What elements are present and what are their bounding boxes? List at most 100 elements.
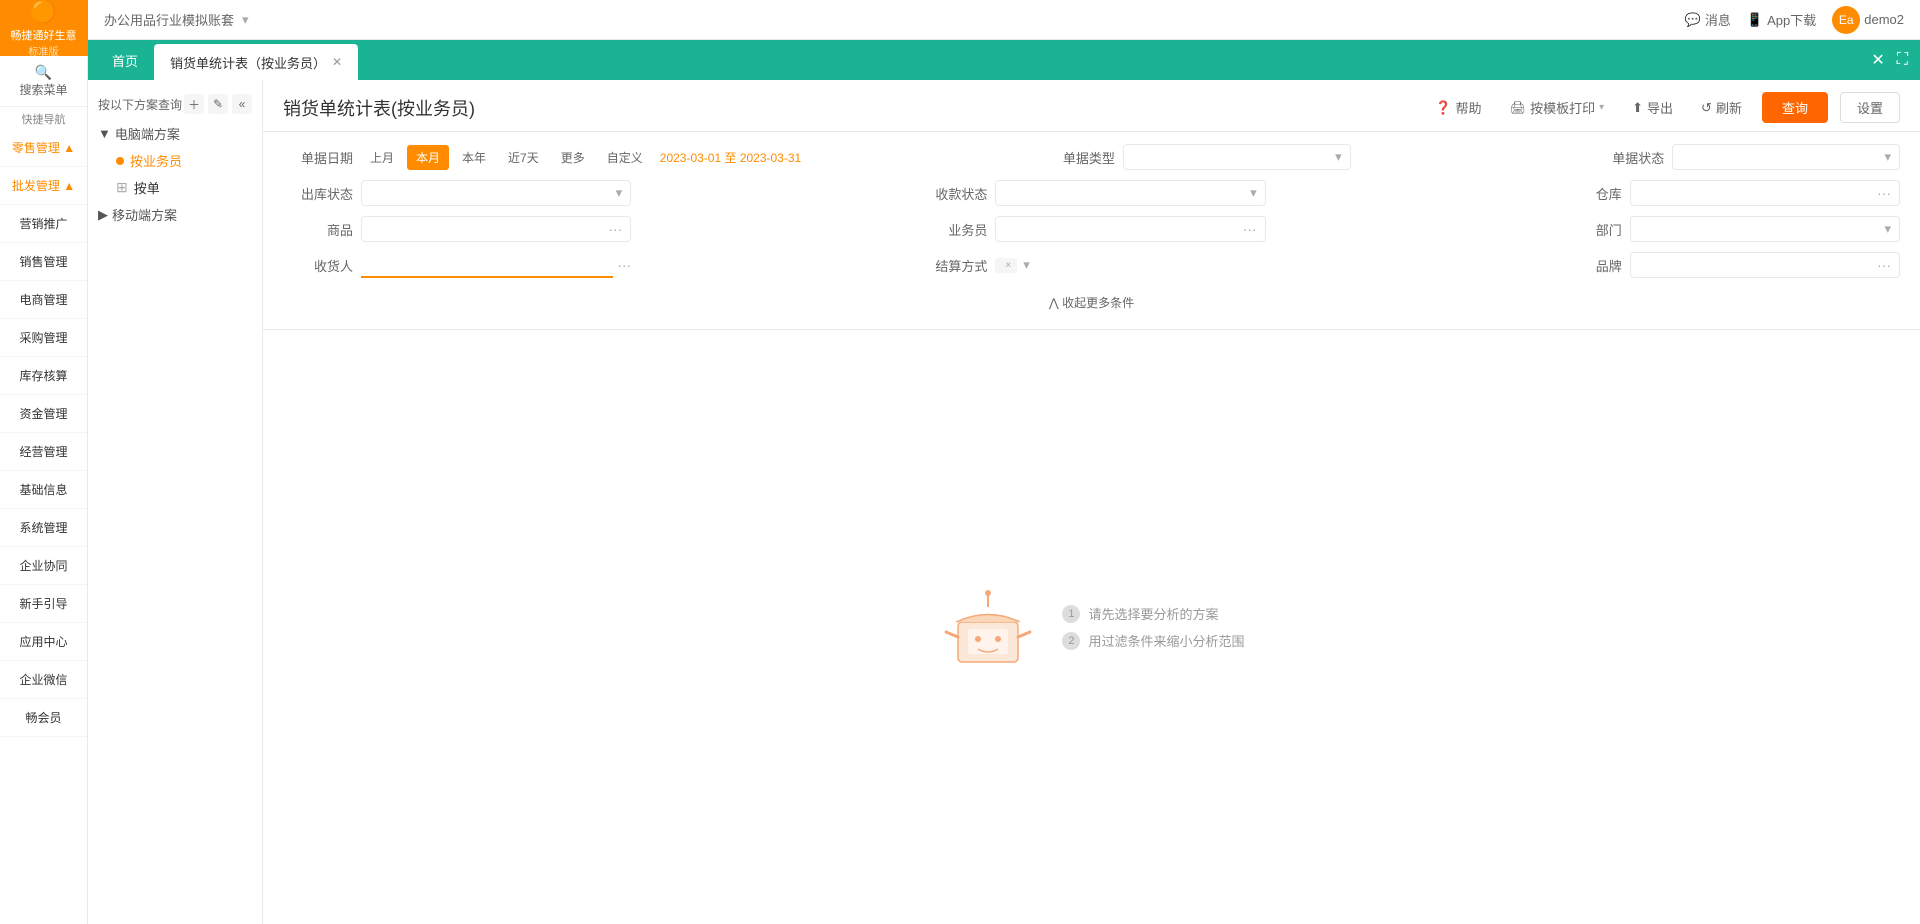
- filter-row-4: 收货人 ··· 结算方式 × ▾ 品牌: [283, 252, 1900, 278]
- sidebar-item-system[interactable]: 系统管理: [0, 509, 87, 547]
- sidebar-item-corp[interactable]: 企业协同: [0, 547, 87, 585]
- app-logo[interactable]: 🟠 畅捷通好生意 标准版: [0, 0, 88, 56]
- refresh-icon: ↺: [1701, 100, 1712, 116]
- right-panel: 销货单统计表(按业务员) ❓ 帮助 🖨 按模板打印 ▾ ⬆ 导出: [263, 80, 1920, 924]
- page-title: 销货单统计表(按业务员): [283, 95, 475, 121]
- payment-method-cell: × ▾: [995, 257, 1265, 273]
- payment-status-label: 收款状态: [917, 184, 987, 203]
- page-header: 销货单统计表(按业务员) ❓ 帮助 🖨 按模板打印 ▾ ⬆ 导出: [263, 80, 1920, 132]
- sidebar-item-base[interactable]: 基础信息: [0, 471, 87, 509]
- dept-arrow: ▾: [1884, 221, 1891, 237]
- topbar: 办公用品行业模拟账套 ▾ 💬 消息 📱 App下载 Ea demo2: [88, 0, 1920, 40]
- out-status-select[interactable]: ▾: [361, 180, 631, 206]
- collapse-filters-btn[interactable]: ⋀ 收起更多条件: [283, 288, 1900, 317]
- sidebar-item-newbie[interactable]: 新手引导: [0, 585, 87, 623]
- goods-select[interactable]: ···: [361, 216, 631, 242]
- tree-child-by-order[interactable]: ⊞ 按单: [88, 174, 262, 201]
- dept-cell: ▾: [1630, 216, 1900, 242]
- tree-section-mobile-label: 移动端方案: [112, 205, 177, 224]
- sidebar-item-purchase[interactable]: 采购管理: [0, 319, 87, 357]
- tabbar: 首页 销货单统计表（按业务员） ✕ ✕ ⛶: [88, 40, 1920, 80]
- tab-maximize-btn[interactable]: ⛶: [1893, 47, 1912, 73]
- empty-hint-2: 2 用过滤条件来缩小分析范围: [1062, 631, 1244, 650]
- export-btn[interactable]: ⬆ 导出: [1624, 94, 1681, 121]
- user-name: demo2: [1864, 12, 1904, 27]
- date-this-month[interactable]: 本月: [407, 145, 449, 170]
- doc-type-label: 单据类型: [1045, 148, 1115, 167]
- goods-cell: ···: [361, 216, 631, 242]
- tab-home-label: 首页: [112, 51, 138, 70]
- message-btn[interactable]: 💬 消息: [1685, 10, 1731, 29]
- message-icon: 💬: [1685, 12, 1701, 28]
- payment-method-tag: ×: [995, 258, 1017, 273]
- add-scheme-btn[interactable]: ＋: [184, 94, 204, 114]
- filter-row-1: 单据日期 上月 本月 本年 近7天 更多 自定义 2023-03-01 至 20…: [283, 144, 1900, 170]
- sidebar-item-ecom[interactable]: 电商管理: [0, 281, 87, 319]
- sidebar-item-marketing[interactable]: 营销推广: [0, 205, 87, 243]
- tree-arrow-desktop[interactable]: ▼: [98, 126, 111, 141]
- date-group: 上月 本月 本年 近7天 更多 自定义 2023-03-01 至 2023-03…: [361, 145, 801, 170]
- sidebar-item-finance[interactable]: 资金管理: [0, 395, 87, 433]
- date-this-year[interactable]: 本年: [453, 145, 495, 170]
- payment-status-arrow: ▾: [1250, 185, 1257, 201]
- export-icon: ⬆: [1632, 100, 1643, 116]
- refresh-btn[interactable]: ↺ 刷新: [1693, 94, 1750, 121]
- sidebar-item-wechat[interactable]: 企业微信: [0, 661, 87, 699]
- refresh-label: 刷新: [1716, 98, 1742, 117]
- sidebar-item-appstore[interactable]: 应用中心: [0, 623, 87, 661]
- left-panel: 按以下方案查询 ＋ ✎ « ▼ 电脑端方案 按业务员 ⊞ 按单 ▶: [88, 80, 263, 924]
- query-button[interactable]: 查询: [1762, 92, 1828, 123]
- date-last-7days[interactable]: 近7天: [499, 145, 548, 170]
- doc-type-select[interactable]: ▾: [1123, 144, 1351, 170]
- salesperson-select[interactable]: ···: [995, 216, 1265, 242]
- export-label: 导出: [1647, 98, 1673, 117]
- topbar-arrow[interactable]: ▾: [242, 12, 249, 28]
- app-download-btn[interactable]: 📱 App下载: [1747, 10, 1816, 29]
- sidebar-quicknav-label[interactable]: 快捷导航: [0, 107, 87, 129]
- collapse-panel-btn[interactable]: «: [232, 94, 252, 114]
- tree-child-by-salesperson[interactable]: 按业务员: [88, 147, 262, 174]
- sidebar-item-sales[interactable]: 销售管理: [0, 243, 87, 281]
- user-avatar-area[interactable]: Ea demo2: [1832, 6, 1904, 34]
- sidebar-item-inventory[interactable]: 库存核算: [0, 357, 87, 395]
- date-last-month[interactable]: 上月: [361, 145, 403, 170]
- payment-method-clear-btn[interactable]: ×: [1005, 260, 1011, 271]
- sidebar-item-vip[interactable]: 畅会员: [0, 699, 87, 737]
- empty-hint-1: 1 请先选择要分析的方案: [1062, 604, 1244, 623]
- warehouse-select[interactable]: ···: [1630, 180, 1900, 206]
- sidebar-item-retail[interactable]: 零售管理 ▲: [0, 129, 87, 167]
- tree-section-label: 电脑端方案: [115, 124, 180, 143]
- sidebar-item-wholesale[interactable]: 批发管理 ▲: [0, 167, 87, 205]
- help-btn[interactable]: ❓ 帮助: [1427, 94, 1489, 121]
- date-more[interactable]: 更多: [552, 145, 594, 170]
- filter-row-3: 商品 ··· 业务员 ···: [283, 216, 1900, 242]
- receiver-dots[interactable]: ···: [617, 257, 631, 273]
- tab-home[interactable]: 首页: [96, 40, 154, 80]
- tab-sales-stat[interactable]: 销货单统计表（按业务员） ✕: [154, 44, 358, 80]
- print-arrow[interactable]: ▾: [1599, 102, 1604, 113]
- doc-status-label: 单据状态: [1594, 148, 1664, 167]
- collapse-icon: ⋀: [1049, 296, 1062, 310]
- setting-button[interactable]: 设置: [1840, 92, 1900, 123]
- salesperson-dots: ···: [1243, 221, 1257, 237]
- receiver-input[interactable]: [361, 253, 613, 278]
- sidebar-item-ops[interactable]: 经营管理: [0, 433, 87, 471]
- sidebar-search[interactable]: 🔍 搜索菜单: [0, 56, 87, 107]
- print-btn[interactable]: 🖨 按模板打印 ▾: [1502, 94, 1613, 121]
- help-icon: ❓: [1435, 100, 1451, 116]
- payment-method-arrow[interactable]: ▾: [1023, 257, 1030, 273]
- date-range-text: 2023-03-01 至 2023-03-31: [660, 149, 801, 166]
- doc-status-select[interactable]: ▾: [1672, 144, 1900, 170]
- message-label: 消息: [1705, 10, 1731, 29]
- tab-close-all-btn[interactable]: ✕: [1867, 46, 1888, 74]
- dept-label: 部门: [1552, 220, 1622, 239]
- payment-status-select[interactable]: ▾: [995, 180, 1265, 206]
- print-label: 按模板打印: [1530, 98, 1595, 117]
- tab-close-icon[interactable]: ✕: [332, 55, 342, 69]
- goods-dots: ···: [608, 221, 622, 237]
- brand-select[interactable]: ···: [1630, 252, 1900, 278]
- date-custom[interactable]: 自定义: [598, 145, 652, 170]
- edit-scheme-btn[interactable]: ✎: [208, 94, 228, 114]
- tree-arrow-mobile[interactable]: ▶: [98, 207, 108, 223]
- dept-select[interactable]: ▾: [1630, 216, 1900, 242]
